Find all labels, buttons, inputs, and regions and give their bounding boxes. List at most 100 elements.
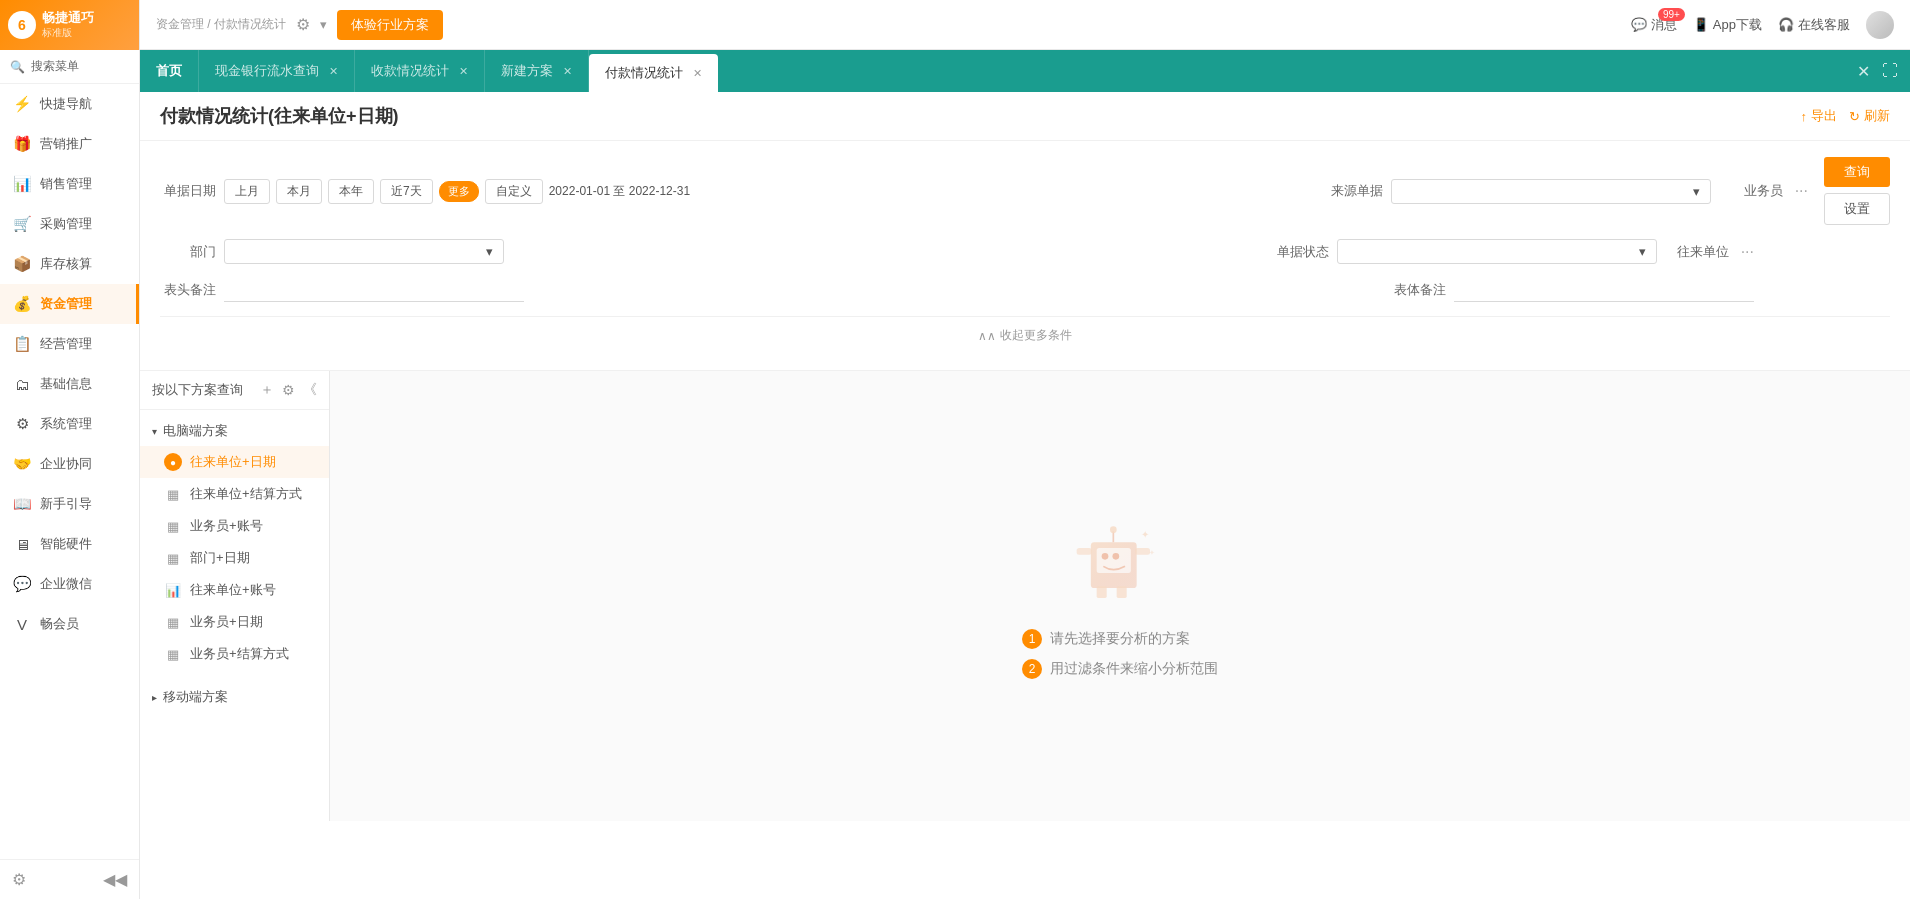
mobile-group-header[interactable]: ▸ 移动端方案 bbox=[140, 682, 329, 712]
collapse-bar[interactable]: ∧∧ 收起更多条件 bbox=[160, 316, 1890, 354]
scheme-item-staff-account[interactable]: ▦ 业务员+账号 bbox=[140, 510, 329, 542]
scheme-item-partner-settlement[interactable]: ▦ 往来单位+结算方式 bbox=[140, 478, 329, 510]
sidebar-item-capital[interactable]: 💰 资金管理 bbox=[0, 284, 139, 324]
tab-maximize-btn[interactable]: ⛶ bbox=[1878, 58, 1902, 84]
query-btn[interactable]: 查询 bbox=[1824, 157, 1890, 187]
filter-doc-status-col: 单据状态 ▾ bbox=[1273, 239, 1657, 264]
tab-payable[interactable]: 付款情况统计 ✕ bbox=[589, 54, 718, 92]
left-panel-actions: ＋ ⚙ 《 bbox=[260, 381, 317, 399]
scheme-item-partner-account[interactable]: 📊 往来单位+账号 bbox=[140, 574, 329, 606]
export-btn[interactable]: ↑ 导出 bbox=[1801, 107, 1838, 125]
scheme-label: 业务员+账号 bbox=[190, 517, 263, 535]
svg-rect-8 bbox=[1077, 548, 1092, 555]
doc-status-select[interactable]: ▾ bbox=[1337, 239, 1657, 264]
filter-settings-btn[interactable]: 设置 bbox=[1824, 193, 1890, 225]
desktop-group-header[interactable]: ▾ 电脑端方案 bbox=[140, 416, 329, 446]
sidebar-collapse-btn[interactable]: ◀◀ bbox=[103, 870, 127, 889]
filter-body-note-col: 表体备注 bbox=[1390, 278, 1754, 302]
staff-select[interactable]: ··· bbox=[1795, 182, 1808, 200]
scheme-item-dept-date[interactable]: ▦ 部门+日期 bbox=[140, 542, 329, 574]
tab-close-all-btn[interactable]: ✕ bbox=[1853, 58, 1874, 85]
sidebar-item-basic-info[interactable]: 🗂 基础信息 bbox=[0, 364, 139, 404]
app-download-btn[interactable]: 📱 App下载 bbox=[1693, 16, 1762, 34]
logo-icon: 6 bbox=[8, 11, 36, 39]
sidebar-settings-btn[interactable]: ⚙ bbox=[12, 870, 26, 889]
user-avatar[interactable] bbox=[1866, 11, 1894, 39]
tab-bank-flow-close[interactable]: ✕ bbox=[329, 65, 338, 78]
content-area: 付款情况统计(往来单位+日期) ↑ 导出 ↻ 刷新 单 bbox=[140, 92, 1910, 899]
scheme-item-staff-date[interactable]: ▦ 业务员+日期 bbox=[140, 606, 329, 638]
filter-staff-col: 业务员 ··· bbox=[1727, 182, 1808, 200]
sidebar-item-wechat[interactable]: 💬 企业微信 bbox=[0, 564, 139, 604]
tip-2-num: 2 bbox=[1022, 659, 1042, 679]
search-menu[interactable]: 🔍 搜索菜单 bbox=[0, 50, 139, 84]
date-btn-this-year[interactable]: 本年 bbox=[328, 179, 374, 204]
add-scheme-btn[interactable]: ＋ bbox=[260, 381, 274, 399]
trial-btn[interactable]: 体验行业方案 bbox=[337, 10, 443, 40]
tab-receivable-close[interactable]: ✕ bbox=[459, 65, 468, 78]
scheme-item-partner-date[interactable]: ● 往来单位+日期 bbox=[140, 446, 329, 478]
tab-payable-close[interactable]: ✕ bbox=[693, 67, 702, 80]
sidebar-nav: ⚡ 快捷导航 🎁 营销推广 📊 销售管理 🛒 采购管理 📦 库存核算 💰 资金管… bbox=[0, 84, 139, 859]
sidebar-item-member[interactable]: V 畅会员 bbox=[0, 604, 139, 644]
sidebar-item-label: 采购管理 bbox=[40, 215, 92, 233]
page-header: 付款情况统计(往来单位+日期) ↑ 导出 ↻ 刷新 bbox=[140, 92, 1910, 141]
date-btn-custom[interactable]: 自定义 bbox=[485, 179, 543, 204]
dept-select[interactable]: ▾ bbox=[224, 239, 504, 264]
collapse-label: 收起更多条件 bbox=[1000, 327, 1072, 344]
mobile-scheme-group: ▸ 移动端方案 bbox=[140, 676, 329, 718]
date-btn-7days[interactable]: 近7天 bbox=[380, 179, 433, 204]
scheme-item-staff-settlement[interactable]: ▦ 业务员+结算方式 bbox=[140, 638, 329, 670]
date-btn-this-month[interactable]: 本月 bbox=[276, 179, 322, 204]
sidebar-item-label: 智能硬件 bbox=[40, 535, 92, 553]
breadcrumb: 资金管理 / 付款情况统计 bbox=[156, 16, 286, 33]
header-note-input[interactable] bbox=[224, 278, 524, 302]
mobile-chevron-icon: ▸ bbox=[152, 692, 157, 703]
sidebar-item-inventory[interactable]: 📦 库存核算 bbox=[0, 244, 139, 284]
tab-receivable[interactable]: 收款情况统计 ✕ bbox=[355, 50, 485, 92]
sidebar-item-marketing[interactable]: 🎁 营销推广 bbox=[0, 124, 139, 164]
message-btn[interactable]: 💬 消息 99+ bbox=[1631, 16, 1677, 34]
sidebar-item-label: 快捷导航 bbox=[40, 95, 92, 113]
date-btn-last-month[interactable]: 上月 bbox=[224, 179, 270, 204]
tab-new-scheme-close[interactable]: ✕ bbox=[563, 65, 572, 78]
online-service-label: 在线客服 bbox=[1798, 16, 1850, 34]
svg-point-3 bbox=[1113, 553, 1120, 560]
left-panel-title: 按以下方案查询 bbox=[152, 381, 243, 399]
scheme-label: 业务员+日期 bbox=[190, 613, 263, 631]
topbar-dropdown-icon[interactable]: ▾ bbox=[320, 17, 327, 32]
tab-bank-flow[interactable]: 现金银行流水查询 ✕ bbox=[199, 50, 355, 92]
topbar-settings-icon[interactable]: ⚙ bbox=[296, 15, 310, 34]
collapse-panel-btn[interactable]: 《 bbox=[303, 381, 317, 399]
left-panel: 按以下方案查询 ＋ ⚙ 《 ▾ 电脑端方案 bbox=[140, 371, 330, 821]
scheme-active-icon: ● bbox=[164, 453, 182, 471]
sidebar-item-guide[interactable]: 📖 新手引导 bbox=[0, 484, 139, 524]
tab-payable-label: 付款情况统计 bbox=[605, 64, 683, 82]
desktop-chevron-icon: ▾ bbox=[152, 426, 157, 437]
sidebar-item-system[interactable]: ⚙ 系统管理 bbox=[0, 404, 139, 444]
sidebar-item-hardware[interactable]: 🖥 智能硬件 bbox=[0, 524, 139, 564]
empty-state: ✦ ✦ 1 请先选择要分析的方案 2 用过滤条件来缩小分析范围 bbox=[1022, 513, 1218, 679]
body-note-input[interactable] bbox=[1454, 278, 1754, 302]
tab-new-scheme[interactable]: 新建方案 ✕ bbox=[485, 50, 589, 92]
tab-home[interactable]: 首页 bbox=[140, 50, 199, 92]
online-service-btn[interactable]: 🎧 在线客服 bbox=[1778, 16, 1850, 34]
sidebar-header: 6 畅捷通巧 标准版 bbox=[0, 0, 139, 50]
source-label: 来源单据 bbox=[1327, 182, 1383, 200]
partner-select[interactable]: ··· bbox=[1741, 243, 1754, 261]
refresh-label: 刷新 bbox=[1864, 107, 1890, 125]
refresh-btn[interactable]: ↻ 刷新 bbox=[1849, 107, 1890, 125]
sidebar-item-label: 企业微信 bbox=[40, 575, 92, 593]
sidebar-item-enterprise[interactable]: 🤝 企业协同 bbox=[0, 444, 139, 484]
sidebar-item-operation[interactable]: 📋 经营管理 bbox=[0, 324, 139, 364]
source-select[interactable]: ▾ bbox=[1391, 179, 1711, 204]
filter-header-note-col: 表头备注 bbox=[160, 278, 524, 302]
sidebar-item-quick-nav[interactable]: ⚡ 快捷导航 bbox=[0, 84, 139, 124]
date-btn-more[interactable]: 更多 bbox=[439, 181, 479, 202]
manage-scheme-btn[interactable]: ⚙ bbox=[282, 382, 295, 398]
sidebar-item-label: 库存核算 bbox=[40, 255, 92, 273]
sidebar-item-sales[interactable]: 📊 销售管理 bbox=[0, 164, 139, 204]
sidebar-item-purchase[interactable]: 🛒 采购管理 bbox=[0, 204, 139, 244]
sidebar-item-label: 新手引导 bbox=[40, 495, 92, 513]
source-dropdown-icon: ▾ bbox=[1693, 184, 1700, 199]
